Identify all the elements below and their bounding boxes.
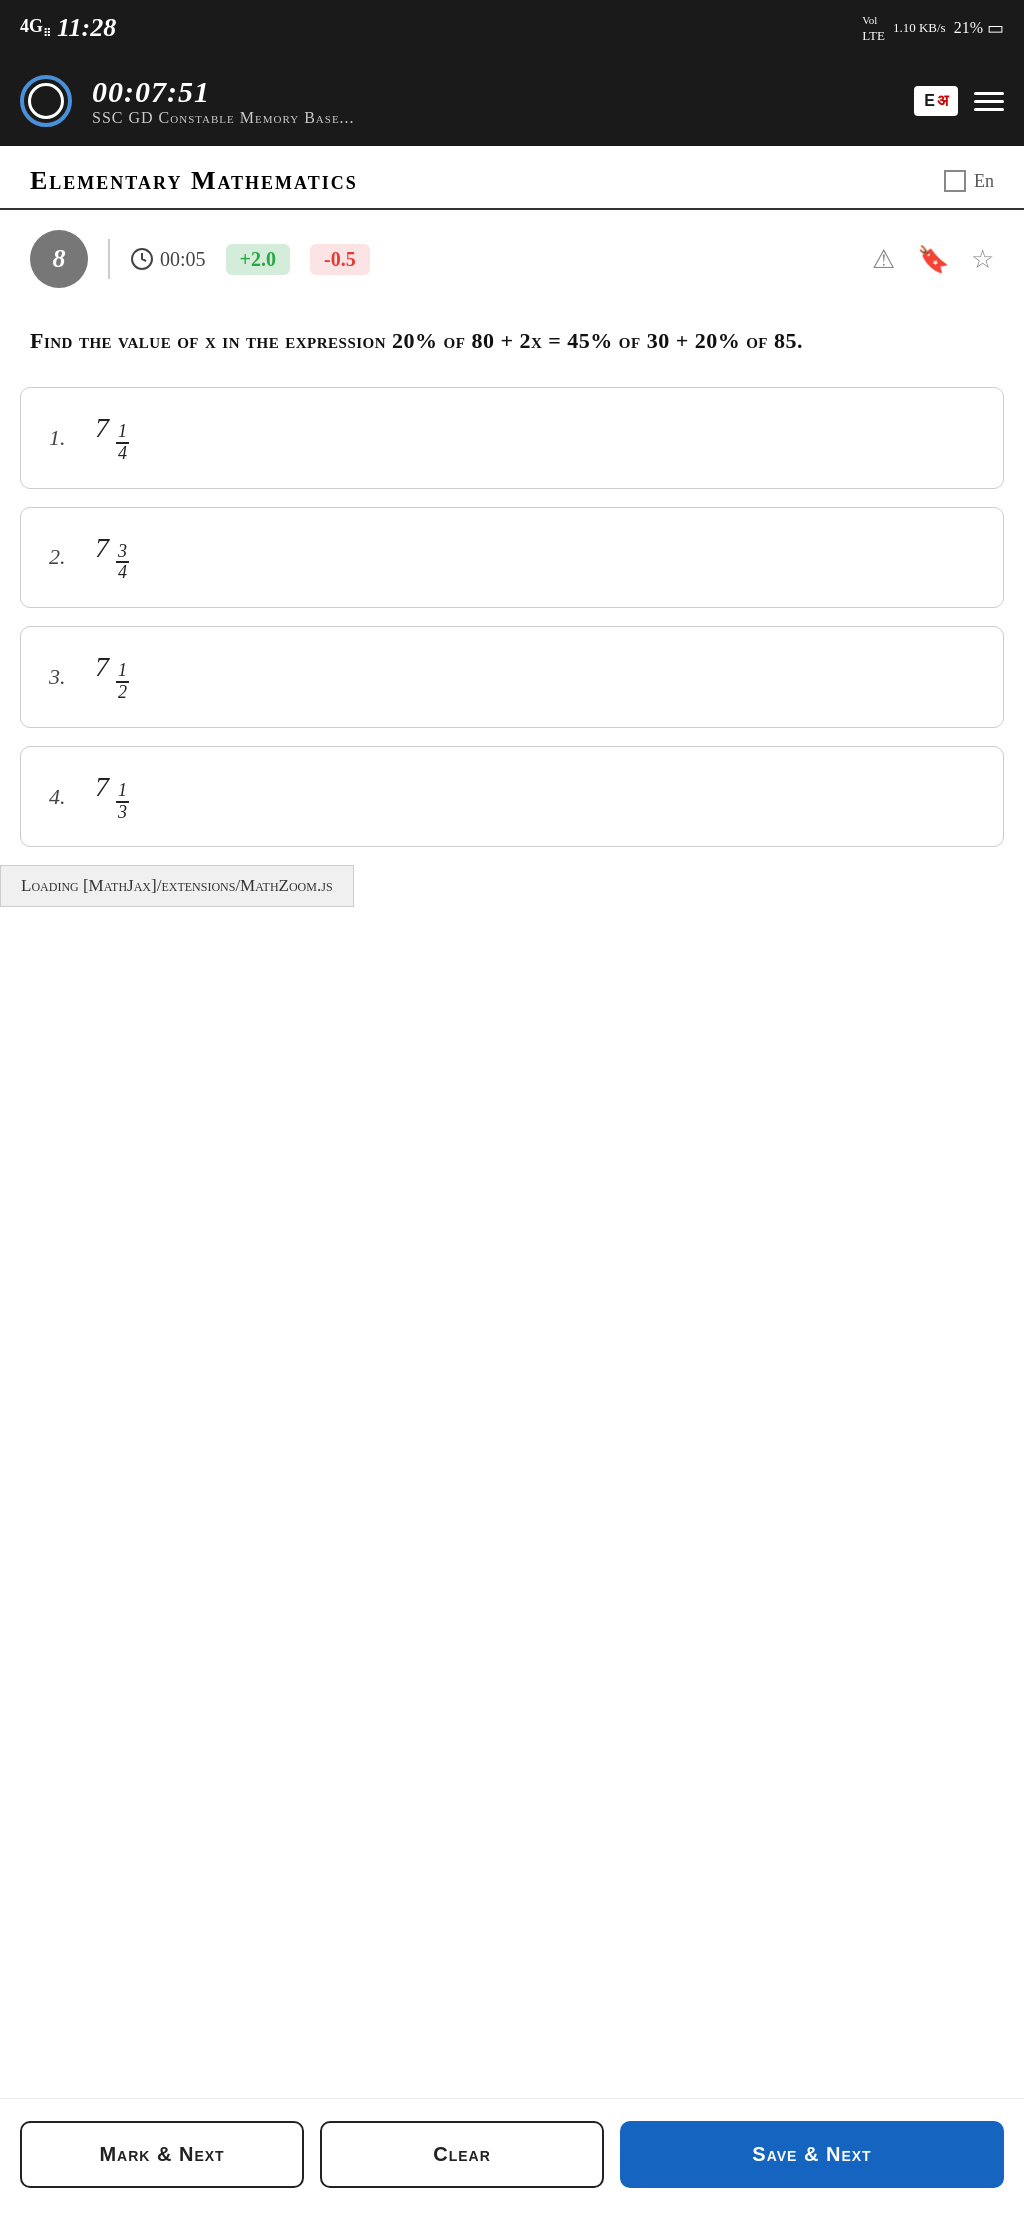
bookmark-icon[interactable]: 🔖 — [917, 244, 949, 275]
bottom-action-bar: Mark & Next Clear Save & Next — [0, 2098, 1024, 2218]
lte-label: Vol LTE — [862, 12, 885, 44]
status-left: 4G⠿ 11:28 — [20, 13, 116, 43]
score-positive-badge: +2.0 — [226, 244, 290, 275]
option-2-card[interactable]: 2. 7 3 4 — [20, 507, 1004, 609]
option-1-card[interactable]: 1. 7 1 4 — [20, 387, 1004, 489]
mark-next-button[interactable]: Mark & Next — [20, 2121, 304, 2188]
option-3-card[interactable]: 3. 7 1 2 — [20, 626, 1004, 728]
status-bar: 4G⠿ 11:28 Vol LTE 1.10 KB/s 21% ▭ — [0, 0, 1024, 56]
speed-label: 1.10 KB/s — [893, 20, 946, 36]
question-number-badge: 8 — [30, 230, 88, 288]
header-info: 00:07:51 SSC GD Constable Memory Base... — [92, 75, 894, 127]
battery-icon: ▭ — [987, 17, 1004, 39]
english-toggle[interactable]: En — [944, 170, 994, 204]
white-space — [0, 907, 1024, 1387]
english-checkbox[interactable] — [944, 170, 966, 192]
option-4-card[interactable]: 4. 7 1 3 — [20, 746, 1004, 848]
save-next-button[interactable]: Save & Next — [620, 2121, 1004, 2188]
mathjax-loading-bar: Loading [MathJax]/extensions/MathZoom.js — [0, 865, 354, 907]
subject-title: Elementary Mathematics — [30, 166, 358, 208]
language-toggle-button[interactable]: E अ — [914, 86, 958, 116]
star-icon[interactable]: ☆ — [971, 244, 994, 275]
warning-icon[interactable]: ⚠ — [872, 244, 895, 275]
option-3-content: 7 1 2 — [95, 651, 129, 703]
timer-display: 00:07:51 — [92, 75, 894, 109]
meta-icons-group: ⚠ 🔖 ☆ — [872, 244, 994, 275]
question-meta-row: 8 00:05 +2.0 -0.5 ⚠ 🔖 ☆ — [0, 210, 1024, 308]
timer-circle-icon — [20, 75, 72, 127]
option-3-number: 3. — [49, 664, 79, 690]
signal-icon: 4G⠿ — [20, 16, 51, 40]
option-4-content: 7 1 3 — [95, 771, 129, 823]
options-area: 1. 7 1 4 2. 7 3 4 3. 7 1 2 4. — [0, 387, 1024, 847]
question-area: Find the value of x in the expression 20… — [0, 308, 1024, 387]
clear-button[interactable]: Clear — [320, 2121, 604, 2188]
hamburger-menu[interactable] — [974, 92, 1004, 111]
english-label: En — [974, 171, 994, 192]
clock-badge: 00:05 — [130, 247, 206, 271]
status-right: Vol LTE 1.10 KB/s 21% ▭ — [862, 12, 1004, 44]
option-2-number: 2. — [49, 544, 79, 570]
battery-indicator: 21% ▭ — [954, 17, 1004, 39]
option-4-number: 4. — [49, 784, 79, 810]
score-negative-badge: -0.5 — [310, 244, 370, 275]
lang-e-label: E — [924, 92, 935, 110]
subject-tab-area: Elementary Mathematics En — [0, 146, 1024, 210]
option-2-content: 7 3 4 — [95, 532, 129, 584]
question-time: 00:05 — [160, 248, 206, 271]
status-time: 11:28 — [57, 13, 116, 43]
clock-icon — [130, 247, 154, 271]
option-1-number: 1. — [49, 425, 79, 451]
option-1-content: 7 1 4 — [95, 412, 129, 464]
header-bar: 00:07:51 SSC GD Constable Memory Base...… — [0, 56, 1024, 146]
header-actions: E अ — [914, 86, 1004, 116]
battery-percent: 21% — [954, 19, 983, 37]
lang-hi-label: अ — [937, 92, 948, 110]
exam-title: SSC GD Constable Memory Base... — [92, 109, 894, 127]
divider — [108, 239, 110, 279]
question-text: Find the value of x in the expression 20… — [30, 324, 994, 357]
